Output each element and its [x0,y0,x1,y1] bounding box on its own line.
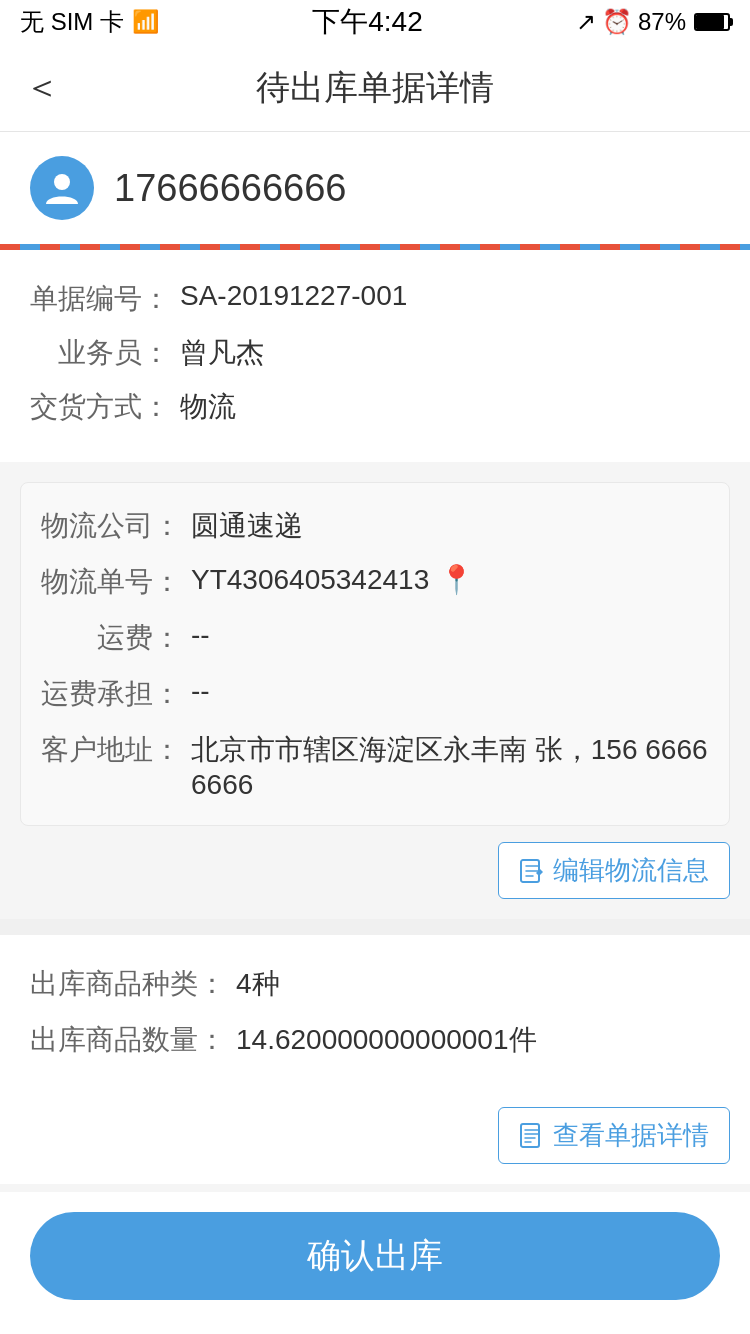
logistics-label-number: 物流单号： [41,563,181,601]
status-time: 下午4:42 [312,3,423,41]
document-icon [519,1123,545,1149]
page-title: 待出库单据详情 [256,65,494,111]
edit-logistics-label: 编辑物流信息 [553,853,709,888]
logistics-value-freight-bearer: -- [191,675,709,707]
logistics-row-freight: 运费： -- [41,619,709,657]
logistics-value-address: 北京市市辖区海淀区永丰南 张，156 6666 6666 [191,731,709,801]
edit-icon [519,858,545,884]
logistics-row-freight-bearer: 运费承担： -- [41,675,709,713]
edit-logistics-button[interactable]: 编辑物流信息 [498,842,730,899]
logistics-card: 物流公司： 圆通速递 物流单号： YT4306405342413 📍 运费： -… [20,482,730,826]
track-location-icon[interactable]: 📍 [439,563,474,596]
status-bar: 无 SIM 卡 📶 下午4:42 ↗ ⏰ 87% [0,0,750,44]
user-phone: 17666666666 [114,167,346,210]
view-detail-label: 查看单据详情 [553,1118,709,1153]
battery-icon [694,13,730,31]
logistics-freight-bearer-text: -- [191,675,210,707]
bottom-bar: 确认出库 [0,1192,750,1334]
logistics-value-number: YT4306405342413 📍 [191,563,709,596]
info-value-salesperson: 曾凡杰 [180,334,720,372]
edit-btn-row: 编辑物流信息 [0,842,750,919]
battery-text: 87% [638,8,686,36]
info-row-document-number: 单据编号： SA-20191227-001 [30,280,720,318]
info-value-document-number: SA-20191227-001 [180,280,720,312]
view-detail-button[interactable]: 查看单据详情 [498,1107,730,1164]
status-left: 无 SIM 卡 📶 [20,6,159,38]
user-avatar-icon [42,168,82,208]
confirm-outbound-button[interactable]: 确认出库 [30,1212,720,1300]
confirm-btn-label: 确认出库 [307,1233,443,1279]
info-label-document-number: 单据编号： [30,280,170,318]
logistics-value-freight: -- [191,619,709,651]
logistics-label-freight-bearer: 运费承担： [41,675,181,713]
info-value-delivery-method: 物流 [180,388,720,426]
svg-point-0 [54,174,70,190]
section-divider [0,919,750,935]
logistics-row-number: 物流单号： YT4306405342413 📍 [41,563,709,601]
logistics-row-address: 客户地址： 北京市市辖区海淀区永丰南 张，156 6666 6666 [41,731,709,801]
nav-bar: ＜ 待出库单据详情 [0,44,750,132]
goods-row-quantity: 出库商品数量： 14.620000000000001件 [30,1021,720,1059]
logistics-address-text: 北京市市辖区海淀区永丰南 张，156 6666 6666 [191,731,709,801]
back-button[interactable]: ＜ [24,63,60,112]
logistics-label-freight: 运费： [41,619,181,657]
goods-label-quantity: 出库商品数量： [30,1021,226,1059]
logistics-freight-text: -- [191,619,210,651]
goods-value-quantity: 14.620000000000001件 [236,1021,537,1059]
logistics-row-company: 物流公司： 圆通速递 [41,507,709,545]
user-section: 17666666666 [0,132,750,244]
info-label-delivery-method: 交货方式： [30,388,170,426]
status-right: ↗ ⏰ 87% [576,8,730,36]
wifi-icon: 📶 [132,9,159,35]
goods-value-types: 4种 [236,965,280,1003]
info-section: 单据编号： SA-20191227-001 业务员： 曾凡杰 交货方式： 物流 [0,250,750,462]
goods-row-types: 出库商品种类： 4种 [30,965,720,1003]
alarm-icon: ⏰ [602,8,632,36]
logistics-number-text: YT4306405342413 [191,564,429,596]
view-detail-row: 查看单据详情 [0,1097,750,1184]
avatar [30,156,94,220]
info-row-salesperson: 业务员： 曾凡杰 [30,334,720,372]
location-status-icon: ↗ [576,8,596,36]
logistics-company-text: 圆通速递 [191,507,303,545]
logistics-label-address: 客户地址： [41,731,181,769]
logistics-label-company: 物流公司： [41,507,181,545]
goods-label-types: 出库商品种类： [30,965,226,1003]
logistics-value-company: 圆通速递 [191,507,709,545]
battery-fill [696,15,724,29]
svg-rect-2 [521,1124,539,1147]
goods-section: 出库商品种类： 4种 出库商品数量： 14.620000000000001件 [0,935,750,1097]
carrier-text: 无 SIM 卡 [20,6,124,38]
info-label-salesperson: 业务员： [30,334,170,372]
info-row-delivery-method: 交货方式： 物流 [30,388,720,426]
